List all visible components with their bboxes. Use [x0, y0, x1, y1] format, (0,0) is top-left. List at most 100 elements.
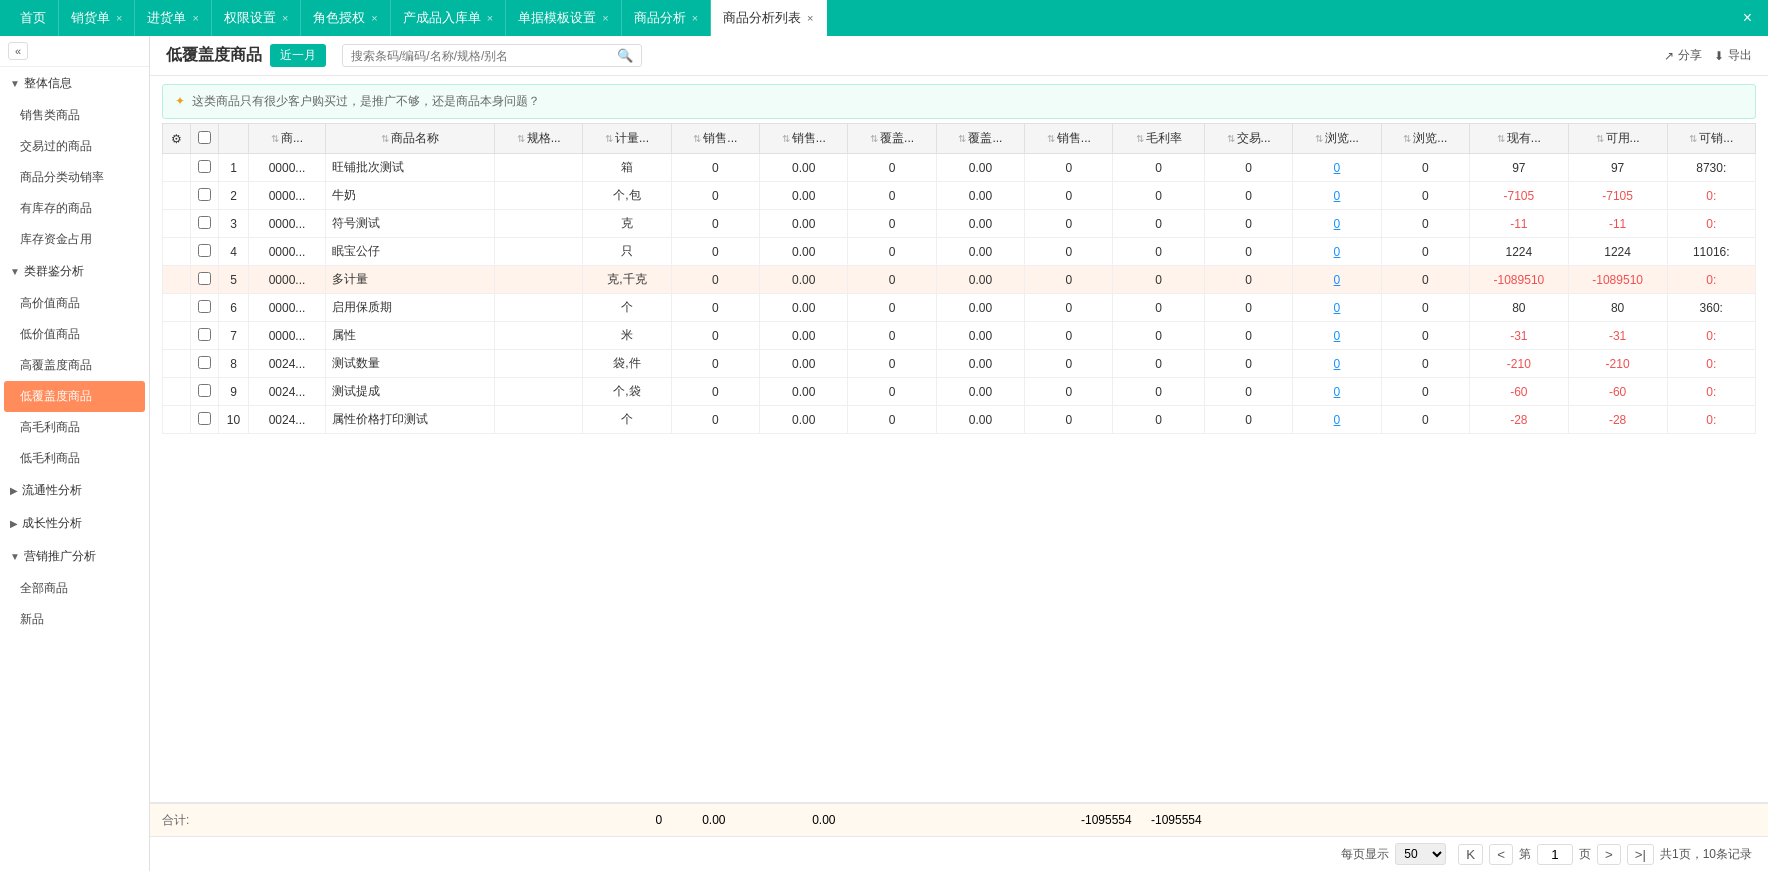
row-checkbox[interactable] [198, 160, 211, 173]
column-available[interactable]: ⇅可用... [1568, 124, 1667, 154]
nav-tab-product-analysis-list[interactable]: 商品分析列表 × [711, 0, 826, 36]
nav-tab-roles[interactable]: 角色授权 × [301, 0, 390, 36]
cell-check[interactable] [191, 350, 219, 378]
column-transaction[interactable]: ⇅交易... [1204, 124, 1292, 154]
sidebar-item-stock-capital[interactable]: 库存资金占用 [0, 224, 149, 255]
cell-unit: 个,袋 [583, 378, 671, 406]
sidebar-item-category-rate[interactable]: 商品分类动销率 [0, 162, 149, 193]
close-icon[interactable]: × [192, 12, 198, 24]
nav-tab-template[interactable]: 单据模板设置 × [506, 0, 621, 36]
row-checkbox[interactable] [198, 356, 211, 369]
sidebar-collapse-button[interactable]: « [8, 42, 28, 60]
sidebar-item-all-goods[interactable]: 全部商品 [0, 573, 149, 604]
sidebar-item-high-value[interactable]: 高价值商品 [0, 288, 149, 319]
column-browse2[interactable]: ⇅浏览... [1381, 124, 1469, 154]
column-sellable[interactable]: ⇅可销... [1667, 124, 1756, 154]
sidebar-item-high-coverage[interactable]: 高覆盖度商品 [0, 350, 149, 381]
last-page-button[interactable]: >| [1627, 844, 1654, 865]
column-name[interactable]: ⇅商品名称 [326, 124, 495, 154]
cell-browse1[interactable]: 0 [1293, 154, 1381, 182]
column-spec[interactable]: ⇅规格... [494, 124, 582, 154]
cell-check[interactable] [191, 266, 219, 294]
next-page-button[interactable]: > [1597, 844, 1621, 865]
cell-browse1[interactable]: 0 [1293, 182, 1381, 210]
cell-transaction: 0 [1204, 238, 1292, 266]
nav-tab-product-analysis[interactable]: 商品分析 × [622, 0, 711, 36]
row-checkbox[interactable] [198, 188, 211, 201]
column-coverage2[interactable]: ⇅覆盖... [936, 124, 1024, 154]
cell-browse2: 0 [1381, 378, 1469, 406]
share-button[interactable]: ↗ 分享 [1664, 47, 1702, 64]
row-checkbox[interactable] [198, 272, 211, 285]
sidebar-item-low-margin[interactable]: 低毛利商品 [0, 443, 149, 474]
page-input[interactable] [1537, 844, 1573, 865]
first-page-button[interactable]: K [1458, 844, 1483, 865]
nav-tab-home[interactable]: 首页 [4, 0, 59, 36]
row-checkbox[interactable] [198, 244, 211, 257]
column-code[interactable]: ⇅商... [249, 124, 326, 154]
per-page-select[interactable]: 50 100 200 [1395, 843, 1446, 865]
column-settings[interactable]: ⚙ [163, 124, 191, 154]
column-gross-margin[interactable]: ⇅毛利率 [1113, 124, 1204, 154]
column-sales-count[interactable]: ⇅销售... [671, 124, 759, 154]
sidebar-item-in-stock[interactable]: 有库存的商品 [0, 193, 149, 224]
cell-check[interactable] [191, 238, 219, 266]
cell-browse1[interactable]: 0 [1293, 210, 1381, 238]
cell-transaction: 0 [1204, 210, 1292, 238]
row-checkbox[interactable] [198, 216, 211, 229]
cell-browse1[interactable]: 0 [1293, 322, 1381, 350]
sidebar-section-marketing[interactable]: ▼ 营销推广分析 [0, 540, 149, 573]
cell-browse1[interactable]: 0 [1293, 238, 1381, 266]
cell-check[interactable] [191, 378, 219, 406]
nav-tab-sales[interactable]: 销货单 × [59, 0, 135, 36]
close-icon[interactable]: × [602, 12, 608, 24]
prev-page-button[interactable]: < [1489, 844, 1513, 865]
cell-browse1[interactable]: 0 [1293, 294, 1381, 322]
column-coverage1[interactable]: ⇅覆盖... [848, 124, 936, 154]
close-icon[interactable]: × [282, 12, 288, 24]
sidebar-item-low-value[interactable]: 低价值商品 [0, 319, 149, 350]
sidebar-section-overview[interactable]: ▼ 整体信息 [0, 67, 149, 100]
cell-browse1[interactable]: 0 [1293, 406, 1381, 434]
close-icon[interactable]: × [692, 12, 698, 24]
sidebar-item-high-margin[interactable]: 高毛利商品 [0, 412, 149, 443]
window-close-button[interactable]: × [1731, 9, 1764, 27]
time-filter-button[interactable]: 近一月 [270, 44, 326, 67]
column-browse1[interactable]: ⇅浏览... [1293, 124, 1381, 154]
row-checkbox[interactable] [198, 328, 211, 341]
close-icon[interactable]: × [807, 12, 813, 24]
export-button[interactable]: ⬇ 导出 [1714, 47, 1752, 64]
cell-check[interactable] [191, 322, 219, 350]
cell-check[interactable] [191, 294, 219, 322]
cell-num: 9 [219, 378, 249, 406]
sidebar-item-sales-goods[interactable]: 销售类商品 [0, 100, 149, 131]
column-unit[interactable]: ⇅计量... [583, 124, 671, 154]
row-checkbox[interactable] [198, 384, 211, 397]
select-all-checkbox[interactable] [198, 131, 211, 144]
cell-check[interactable] [191, 154, 219, 182]
close-icon[interactable]: × [487, 12, 493, 24]
sidebar-section-growth[interactable]: ▶ 成长性分析 [0, 507, 149, 540]
cell-check[interactable] [191, 406, 219, 434]
nav-tab-permissions[interactable]: 权限设置 × [212, 0, 301, 36]
column-current-stock[interactable]: ⇅现有... [1470, 124, 1569, 154]
sidebar-item-traded-goods[interactable]: 交易过的商品 [0, 131, 149, 162]
nav-tab-finished-goods[interactable]: 产成品入库单 × [391, 0, 506, 36]
close-icon[interactable]: × [116, 12, 122, 24]
cell-check[interactable] [191, 210, 219, 238]
cell-browse1[interactable]: 0 [1293, 266, 1381, 294]
column-sales-x[interactable]: ⇅销售... [1025, 124, 1113, 154]
row-checkbox[interactable] [198, 412, 211, 425]
cell-check[interactable] [191, 182, 219, 210]
sidebar-section-group-analysis[interactable]: ▼ 类群鉴分析 [0, 255, 149, 288]
cell-browse1[interactable]: 0 [1293, 350, 1381, 378]
close-icon[interactable]: × [371, 12, 377, 24]
row-checkbox[interactable] [198, 300, 211, 313]
sidebar-item-low-coverage[interactable]: 低覆盖度商品 [4, 381, 145, 412]
sidebar-section-liquidity[interactable]: ▶ 流通性分析 [0, 474, 149, 507]
nav-tab-purchase[interactable]: 进货单 × [135, 0, 211, 36]
cell-browse1[interactable]: 0 [1293, 378, 1381, 406]
column-sales-amount[interactable]: ⇅销售... [760, 124, 848, 154]
search-input[interactable] [351, 49, 617, 63]
sidebar-item-new-goods[interactable]: 新品 [0, 604, 149, 635]
